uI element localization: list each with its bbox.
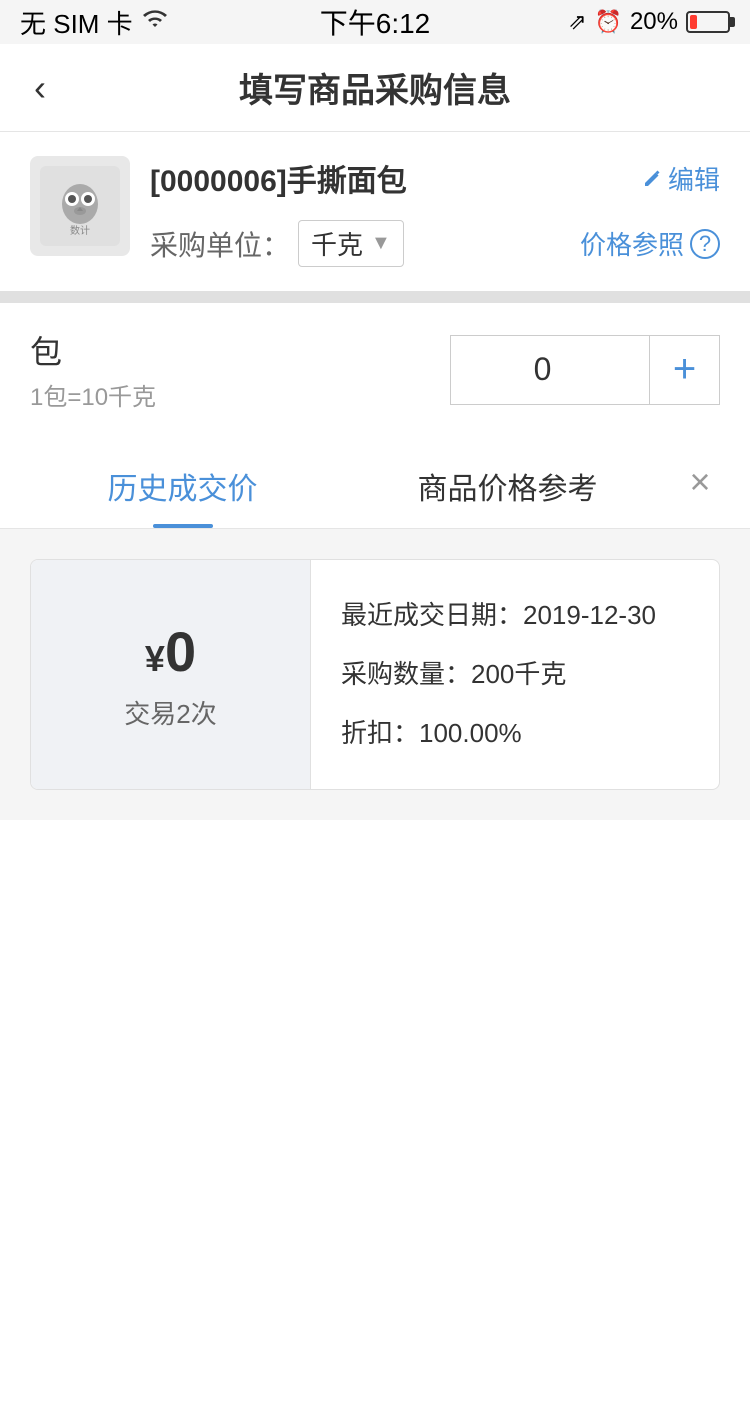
- alarm-icon: ⏰: [595, 9, 622, 35]
- quantity-input[interactable]: [450, 335, 650, 405]
- product-info: [0000006]手撕面包 编辑 采购单位： 千克 ▼ 价格参照 ?: [150, 156, 720, 267]
- section-divider: [0, 291, 750, 303]
- quantity-input-group: +: [450, 335, 720, 405]
- product-card: 数计 [0000006]手撕面包 编辑 采购单位： 千克 ▼: [0, 132, 750, 291]
- tab-container: 历史成交价 商品价格参考 × ¥0 交易2次 最近成交日期：2019-12-30…: [0, 436, 750, 820]
- unit-select-button[interactable]: 千克 ▼: [298, 220, 404, 267]
- quantity-unit: 包: [30, 327, 156, 373]
- product-unit-row: 采购单位： 千克 ▼ 价格参照 ?: [150, 220, 720, 267]
- quantity-row: 包 1包=10千克 +: [0, 303, 750, 436]
- price-content: ¥0 交易2次 最近成交日期：2019-12-30 采购数量：200千克 折扣：…: [0, 529, 750, 820]
- dropdown-arrow-icon: ▼: [371, 232, 391, 255]
- tab-close-button[interactable]: ×: [670, 452, 730, 512]
- tab-bar: 历史成交价 商品价格参考 ×: [0, 436, 750, 529]
- currency-symbol: ¥: [145, 638, 165, 679]
- status-left: 无 SIM 卡: [20, 4, 169, 41]
- price-reference-button[interactable]: 价格参照 ?: [580, 225, 720, 262]
- price-summary: ¥0 交易2次: [31, 560, 311, 789]
- product-thumbnail: 数计: [40, 166, 120, 246]
- battery-percentage: 20%: [630, 8, 678, 36]
- edit-icon: [642, 167, 664, 189]
- location-icon: ⇗: [568, 9, 586, 35]
- svg-text:数计: 数计: [70, 224, 90, 237]
- wifi-icon: [141, 7, 169, 38]
- price-transactions: 交易2次: [124, 694, 216, 731]
- price-card: ¥0 交易2次 最近成交日期：2019-12-30 采购数量：200千克 折扣：…: [30, 559, 720, 790]
- main-content: [0, 820, 750, 1420]
- status-time: 下午6:12: [320, 2, 431, 42]
- back-button[interactable]: ‹: [24, 57, 56, 119]
- recent-date-row: 最近成交日期：2019-12-30: [341, 596, 689, 635]
- carrier-text: 无 SIM 卡: [20, 4, 133, 41]
- status-bar: 无 SIM 卡 下午6:12 ⇗ ⏰ 20%: [0, 0, 750, 44]
- price-details: 最近成交日期：2019-12-30 采购数量：200千克 折扣：100.00%: [311, 560, 719, 789]
- product-full-name: [0000006]手撕面包: [150, 156, 407, 200]
- unit-label: 采购单位：: [150, 224, 290, 264]
- discount-row: 折扣：100.00%: [341, 714, 689, 753]
- tab-history-price[interactable]: 历史成交价: [20, 436, 345, 528]
- nav-bar: ‹ 填写商品采购信息: [0, 44, 750, 132]
- help-icon: ?: [690, 229, 720, 259]
- product-header: [0000006]手撕面包 编辑: [150, 156, 720, 200]
- status-right: ⇗ ⏰ 20%: [568, 8, 730, 36]
- quantity-label-group: 包 1包=10千克: [30, 327, 156, 412]
- product-image: 数计: [30, 156, 130, 256]
- quantity-conversion: 1包=10千克: [30, 377, 156, 412]
- edit-button[interactable]: 编辑: [642, 160, 720, 197]
- battery-icon: [686, 11, 730, 33]
- quantity-plus-button[interactable]: +: [650, 335, 720, 405]
- tab-product-price-ref[interactable]: 商品价格参考: [345, 436, 670, 528]
- page-title: 填写商品采购信息: [239, 63, 511, 112]
- price-value: ¥0: [145, 619, 196, 684]
- purchase-qty-row: 采购数量：200千克: [341, 655, 689, 694]
